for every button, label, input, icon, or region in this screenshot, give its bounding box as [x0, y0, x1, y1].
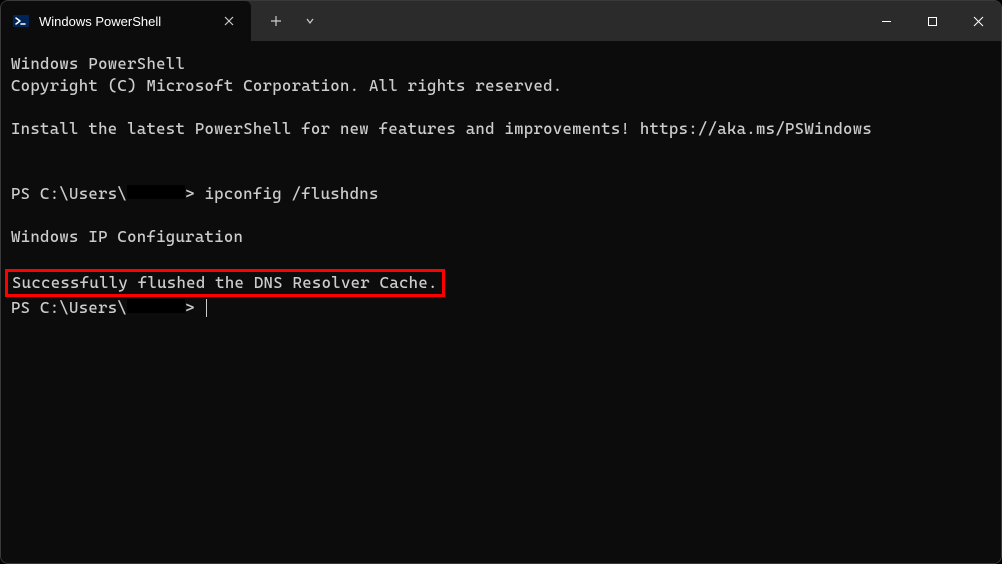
minimize-button[interactable]: [863, 1, 909, 41]
terminal-line: Windows PowerShell: [11, 53, 991, 75]
new-tab-button[interactable]: [261, 6, 291, 36]
terminal-line: [11, 161, 991, 183]
window-controls: [863, 1, 1001, 41]
terminal-line: [11, 96, 991, 118]
command-text: ipconfig /flushdns: [204, 184, 378, 203]
powershell-icon: [13, 13, 29, 29]
tab-powershell[interactable]: Windows PowerShell: [1, 1, 251, 41]
prompt-line: PS C:\Users\ > ipconfig /flushdns: [11, 183, 991, 205]
terminal-line: [11, 204, 991, 226]
tab-dropdown-button[interactable]: [295, 6, 325, 36]
terminal-line: [11, 139, 991, 161]
tab-title: Windows PowerShell: [39, 14, 199, 29]
tab-close-button[interactable]: [219, 11, 239, 31]
redacted-username: [127, 185, 185, 199]
terminal-line: Install the latest PowerShell for new fe…: [11, 118, 991, 140]
terminal-line: [11, 247, 991, 269]
terminal-window: Windows PowerShell Windows: [0, 0, 1002, 564]
terminal-line: Successfully flushed the DNS Resolver Ca…: [11, 269, 991, 297]
maximize-button[interactable]: [909, 1, 955, 41]
cursor: [206, 299, 207, 317]
highlighted-output: Successfully flushed the DNS Resolver Ca…: [5, 269, 445, 297]
prompt-line: PS C:\Users\ >: [11, 297, 991, 319]
titlebar: Windows PowerShell: [1, 1, 1001, 41]
tab-actions: [251, 1, 325, 41]
terminal-line: Copyright (C) Microsoft Corporation. All…: [11, 75, 991, 97]
close-button[interactable]: [955, 1, 1001, 41]
titlebar-drag-area[interactable]: [325, 1, 863, 41]
terminal-line: Windows IP Configuration: [11, 226, 991, 248]
terminal-output[interactable]: Windows PowerShellCopyright (C) Microsof…: [1, 41, 1001, 563]
prompt-suffix: >: [185, 298, 204, 317]
prompt-prefix: PS C:\Users\: [11, 298, 127, 317]
redacted-username: [127, 299, 185, 313]
prompt-suffix: >: [185, 184, 204, 203]
prompt-prefix: PS C:\Users\: [11, 184, 127, 203]
